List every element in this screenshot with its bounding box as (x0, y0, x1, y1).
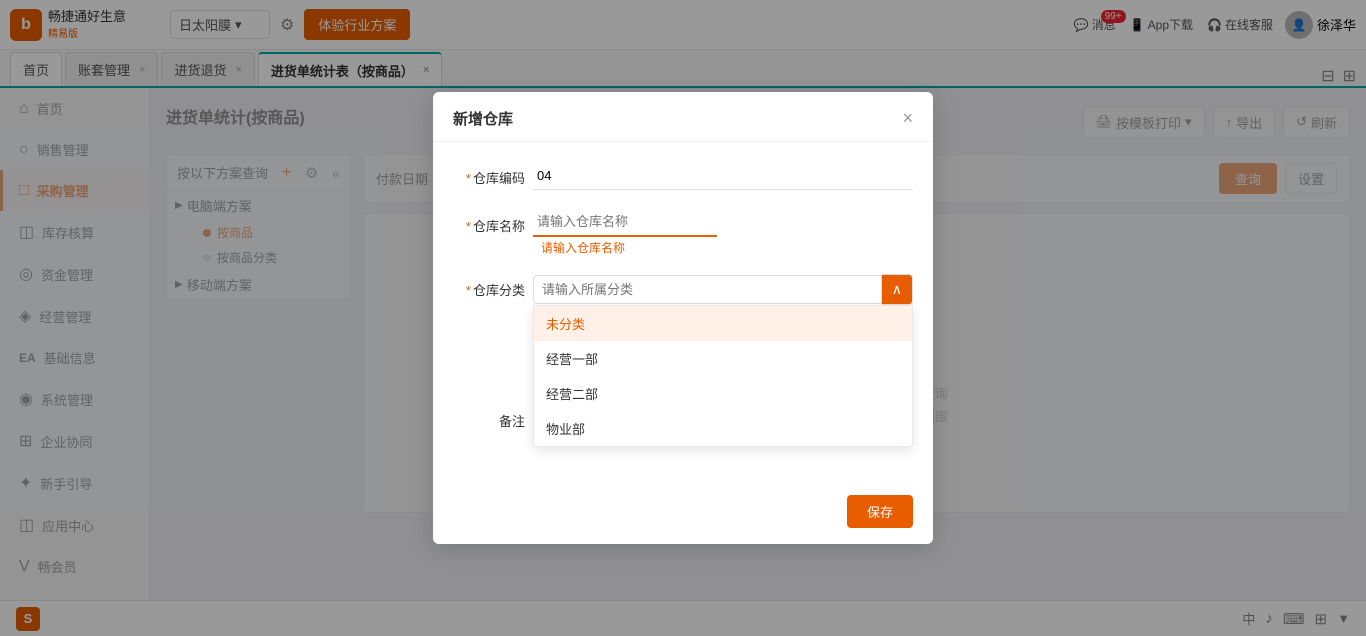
name-error-msg: 请输入仓库名称 (453, 239, 625, 256)
name-field-row: 仓库名称 请输入仓库名称 (453, 208, 913, 256)
category-input[interactable] (533, 275, 882, 304)
category-dropdown: 未分类 经营一部 经营二部 物业部 (533, 305, 913, 447)
name-input[interactable] (533, 208, 717, 237)
modal-overlay: 新增仓库 × 仓库编码 仓库名称 请输入仓库名称 仓库分类 (0, 0, 1366, 636)
dropdown-item-dept3[interactable]: 物业部 (534, 411, 912, 446)
dropdown-item-dept2[interactable]: 经营二部 (534, 376, 912, 411)
dropdown-item-dept1[interactable]: 经营一部 (534, 341, 912, 376)
new-warehouse-modal: 新增仓库 × 仓库编码 仓库名称 请输入仓库名称 仓库分类 (433, 92, 933, 544)
code-field-row: 仓库编码 (453, 162, 913, 190)
modal-body: 仓库编码 仓库名称 请输入仓库名称 仓库分类 ∧ (433, 142, 933, 483)
modal-footer: 保存 (433, 483, 933, 544)
category-label: 仓库分类 (453, 274, 533, 299)
name-label: 仓库名称 (453, 210, 533, 235)
dropdown-item-uncategorized[interactable]: 未分类 (534, 306, 912, 341)
category-toggle-button[interactable]: ∧ (882, 274, 913, 305)
note-label: 备注 (453, 405, 533, 430)
modal-header: 新增仓库 × (433, 92, 933, 142)
modal-close-button[interactable]: × (902, 108, 913, 129)
code-label: 仓库编码 (453, 162, 533, 187)
code-input[interactable] (533, 162, 913, 190)
category-field-row: 仓库分类 ∧ 未分类 经营一部 经营二部 物业部 (453, 274, 913, 305)
save-button[interactable]: 保存 (847, 495, 913, 528)
modal-title: 新增仓库 (453, 108, 513, 129)
